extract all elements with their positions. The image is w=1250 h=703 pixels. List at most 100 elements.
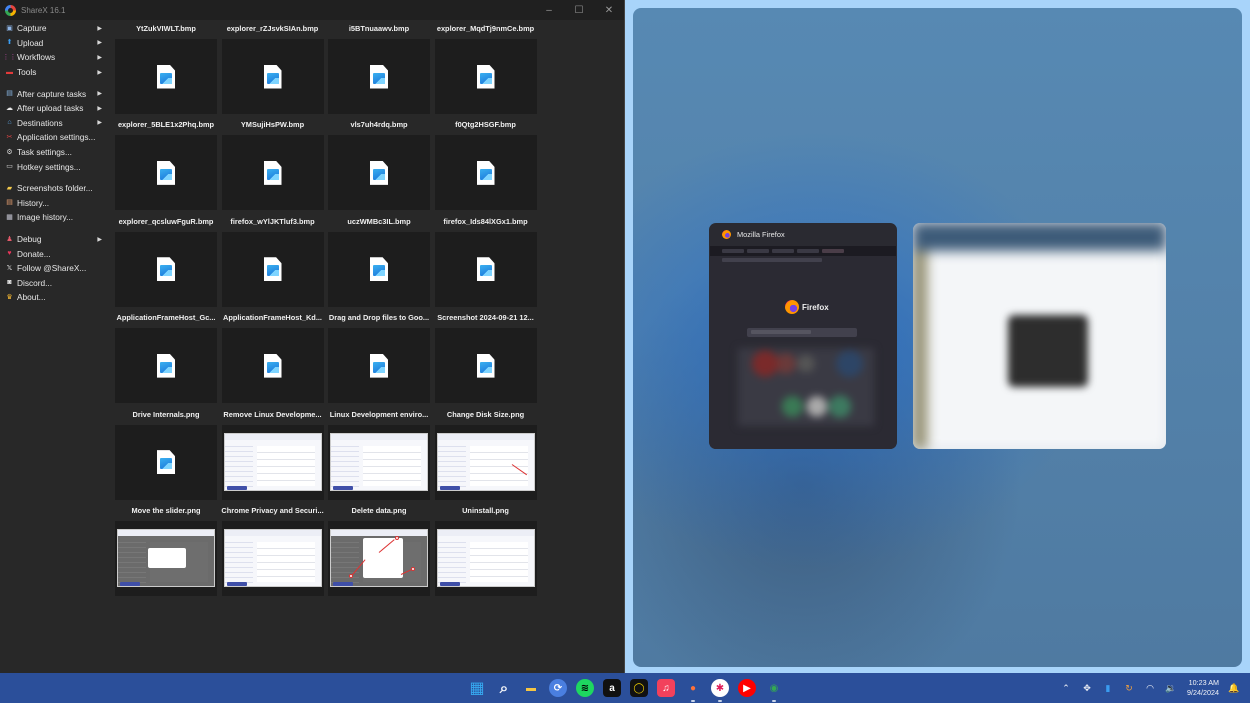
- taskbar-apps: ▦ ⌕ ▬ ⟳ ≋ a ◯ ♫ ● ✱ ▶ ◉: [468, 673, 792, 703]
- menu-item-history[interactable]: ▤ History...: [0, 196, 110, 211]
- history-item[interactable]: Remove Linux Developme...: [221, 406, 325, 502]
- history-item[interactable]: firefox_Ids84lXGx1.bmp: [434, 213, 538, 309]
- history-item-thumbnail[interactable]: [115, 39, 217, 114]
- history-item-thumbnail[interactable]: [328, 231, 430, 307]
- history-item[interactable]: Drive Internals.png: [114, 406, 218, 502]
- history-item[interactable]: Delete data.png: [327, 502, 431, 598]
- history-item[interactable]: Drag and Drop files to Goo...: [327, 309, 431, 405]
- menu-item-hotkey-settings[interactable]: ▭ Hotkey settings...: [0, 159, 110, 174]
- history-item[interactable]: firefox_wYlJKTluf3.bmp: [221, 213, 325, 309]
- menu-item-donate[interactable]: ♥ Donate...: [0, 246, 110, 261]
- close-button[interactable]: ✕: [594, 0, 624, 20]
- history-item[interactable]: Uninstall.png: [434, 502, 538, 598]
- history-item-thumbnail[interactable]: [434, 424, 537, 500]
- taskbar-firefox-icon[interactable]: ●: [684, 679, 702, 702]
- history-item-thumbnail[interactable]: [328, 424, 430, 500]
- history-item[interactable]: Move the slider.png: [114, 502, 218, 598]
- history-item-thumbnail[interactable]: [434, 328, 537, 404]
- menu-item-after-upload-tasks[interactable]: ☁ After upload tasks ▶: [0, 101, 110, 116]
- taskbar-youtube-music-icon[interactable]: ▶: [738, 679, 756, 697]
- history-item-thumbnail[interactable]: [434, 520, 537, 596]
- snap-window-firefox[interactable]: Mozilla Firefox Firefox: [709, 223, 897, 449]
- history-item[interactable]: Linux Development enviro...: [327, 406, 431, 502]
- taskbar-sync-app-icon[interactable]: ⟳: [549, 679, 567, 697]
- snap-window-blurred[interactable]: [913, 223, 1166, 449]
- taskbar-slack-icon[interactable]: ✱: [711, 679, 729, 702]
- menu-item-about[interactable]: ♛ About...: [0, 290, 110, 305]
- sync-tray-icon[interactable]: ↻: [1124, 683, 1134, 694]
- history-item[interactable]: Screenshot 2024-09-21 12...: [434, 309, 538, 405]
- menu-item-application-settings[interactable]: ✂ Application settings...: [0, 130, 110, 145]
- history-item-thumbnail[interactable]: [328, 135, 430, 211]
- history-item-thumbnail[interactable]: [328, 520, 430, 596]
- show-hidden-icons-icon[interactable]: ⌃: [1061, 683, 1071, 694]
- wifi-icon[interactable]: ◠: [1145, 683, 1155, 694]
- history-item[interactable]: explorer_MqdTj9nmCe.bmp: [434, 20, 538, 116]
- menu-item-destinations[interactable]: ⌂ Destinations ▶: [0, 116, 110, 131]
- history-item-thumbnail[interactable]: [221, 135, 324, 211]
- submenu-arrow-icon: ▶: [97, 236, 102, 243]
- history-item-thumbnail[interactable]: [221, 424, 324, 500]
- history-item[interactable]: ApplicationFrameHost_Gc...: [114, 309, 218, 405]
- taskbar-notion-app-icon[interactable]: a: [603, 679, 621, 697]
- history-item[interactable]: explorer_rZJsvkSIAn.bmp: [221, 20, 325, 116]
- history-item[interactable]: YtZukVIWLT.bmp: [114, 20, 218, 116]
- copilot-tray-icon[interactable]: ✥: [1082, 683, 1092, 694]
- history-item[interactable]: explorer_qcsluwFguR.bmp: [114, 213, 218, 309]
- notifications-bell-icon[interactable]: 🔔: [1228, 683, 1239, 694]
- menu-item-workflows[interactable]: ⋮⋮ Workflows ▶: [0, 50, 110, 65]
- history-item[interactable]: YMSujiHsPW.bmp: [221, 116, 325, 212]
- minimize-button[interactable]: –: [534, 0, 564, 20]
- menu-item-after-capture-tasks[interactable]: ▤ After capture tasks ▶: [0, 86, 110, 101]
- taskbar-spotify-icon[interactable]: ≋: [576, 679, 594, 697]
- taskbar-file-explorer-icon[interactable]: ▬: [522, 679, 540, 697]
- history-item-thumbnail[interactable]: [434, 231, 537, 307]
- history-item[interactable]: f0Qtg2HSGF.bmp: [434, 116, 538, 212]
- menu-item-image-history[interactable]: ▦ Image history...: [0, 210, 110, 225]
- menu-item-screenshots-folder[interactable]: ▰ Screenshots folder...: [0, 181, 110, 196]
- menu-item-follow-sharex[interactable]: 𝕏 Follow @ShareX...: [0, 261, 110, 276]
- history-item-thumbnail[interactable]: [115, 520, 217, 596]
- title-bar[interactable]: ShareX 16.1 – ☐ ✕: [0, 0, 624, 20]
- menu-item-task-settings[interactable]: ⚙ Task settings...: [0, 145, 110, 160]
- clock[interactable]: 10:23 AM 9/24/2024: [1187, 678, 1219, 698]
- history-item-thumbnail[interactable]: [434, 39, 537, 114]
- history-item-thumbnail[interactable]: [221, 39, 324, 114]
- maximize-button[interactable]: ☐: [564, 0, 594, 20]
- history-item-thumbnail[interactable]: [328, 39, 430, 114]
- screenshot-preview: [330, 433, 428, 492]
- task-settings-icon: ⚙: [6, 148, 13, 156]
- taskbar-chrome-icon[interactable]: ◉: [765, 679, 783, 702]
- menu-item-label: Capture: [17, 23, 47, 34]
- defender-icon[interactable]: ▮: [1103, 683, 1113, 694]
- history-item[interactable]: i5BTnuaawv.bmp: [327, 20, 431, 116]
- history-item-thumbnail[interactable]: [115, 424, 217, 500]
- volume-icon[interactable]: 🔉: [1165, 683, 1176, 694]
- history-item-thumbnail[interactable]: [115, 231, 217, 307]
- menu-item-upload[interactable]: ⬆ Upload ▶: [0, 36, 110, 51]
- history-item-thumbnail[interactable]: [221, 328, 324, 404]
- history-item[interactable]: uczWMBc3IL.bmp: [327, 213, 431, 309]
- menu-item-discord[interactable]: ◙ Discord...: [0, 276, 110, 291]
- history-item[interactable]: Change Disk Size.png: [434, 406, 538, 502]
- history-item-thumbnail[interactable]: [221, 231, 324, 307]
- history-item-thumbnail[interactable]: [328, 328, 430, 404]
- history-item[interactable]: vls7uh4rdq.bmp: [327, 116, 431, 212]
- menu-item-tools[interactable]: ▬ Tools ▶: [0, 65, 110, 80]
- taskbar-search-icon[interactable]: ⌕: [495, 679, 513, 697]
- menu-item-debug[interactable]: ♟ Debug ▶: [0, 232, 110, 247]
- history-item-filename: Screenshot 2024-09-21 12...: [437, 313, 534, 323]
- taskbar-norton-app-icon[interactable]: ◯: [630, 679, 648, 697]
- history-item[interactable]: Chrome Privacy and Securi...: [221, 502, 325, 598]
- history-item[interactable]: ApplicationFrameHost_Kd...: [221, 309, 325, 405]
- history-item-thumbnail[interactable]: [434, 135, 537, 211]
- history-item[interactable]: explorer_5BLE1x2Phq.bmp: [114, 116, 218, 212]
- taskbar-apple-music-icon[interactable]: ♫: [657, 679, 675, 697]
- history-item-thumbnail[interactable]: [115, 328, 217, 404]
- history-item-thumbnail[interactable]: [221, 520, 324, 596]
- history-item-thumbnail[interactable]: [115, 135, 217, 211]
- image-file-icon: [370, 257, 388, 282]
- debug-icon: ♟: [6, 235, 13, 243]
- menu-item-capture[interactable]: ▣ Capture ▶: [0, 21, 110, 36]
- taskbar-start-icon[interactable]: ▦: [468, 679, 486, 697]
